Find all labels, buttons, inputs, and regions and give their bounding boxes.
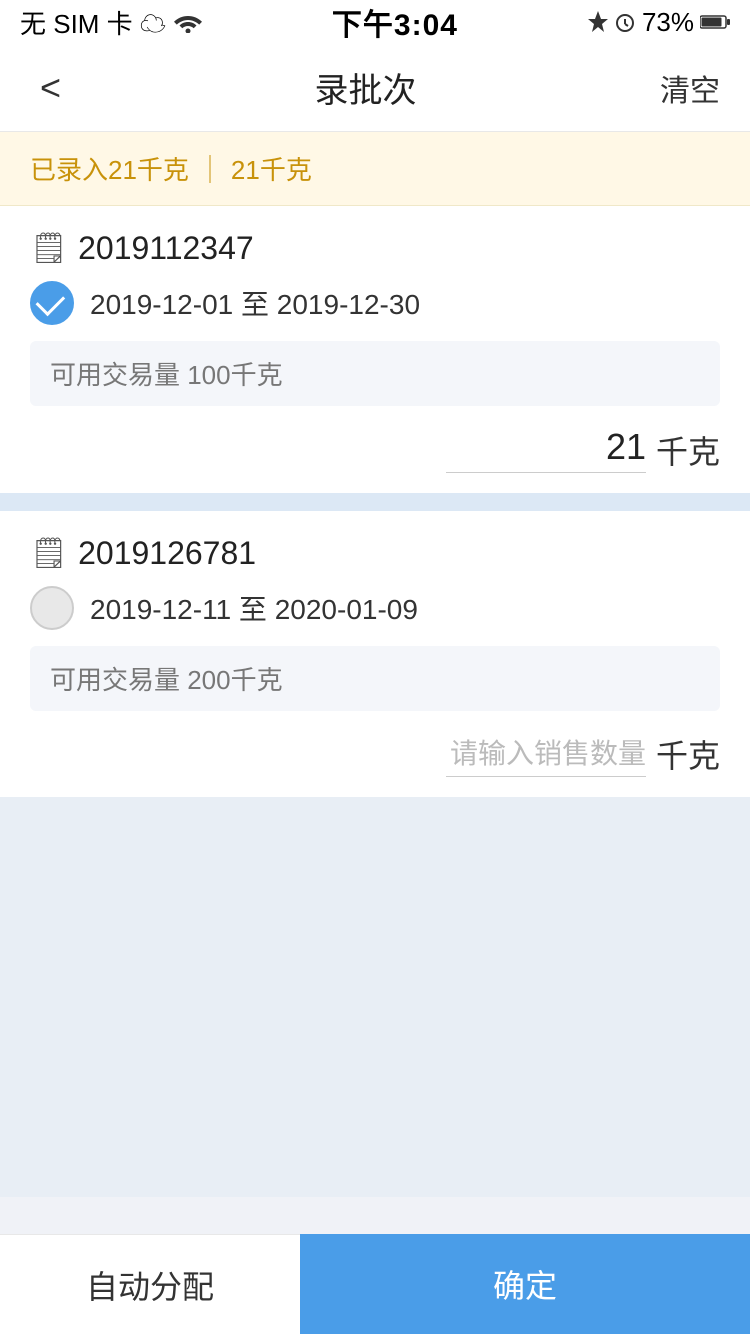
banner-divider xyxy=(209,155,211,183)
info-banner: 已录入21千克 21千克 xyxy=(0,132,750,206)
batch-doc-icon-1: 🗒 xyxy=(30,231,68,266)
auto-distribute-button[interactable]: 自动分配 xyxy=(0,1234,300,1334)
nav-bar: < 录批次 清空 xyxy=(0,44,750,132)
qty-underline-2: 请输入销售数量 xyxy=(446,732,646,777)
status-right: 73% xyxy=(588,7,730,38)
qty-row-2: 请输入销售数量 千克 xyxy=(0,711,750,797)
batch-radio-1[interactable] xyxy=(30,281,74,325)
recorded-value: 21千克 xyxy=(231,150,312,187)
alarm-icon xyxy=(614,11,636,33)
qty-placeholder-2: 请输入销售数量 xyxy=(450,732,646,772)
qty-underline-1: 21 xyxy=(446,426,646,473)
batch-date-1: 2019-12-01 至 2019-12-30 xyxy=(90,283,420,323)
recorded-label: 已录入21千克 xyxy=(30,150,189,187)
batch-avail-1: 可用交易量 100千克 xyxy=(30,341,720,406)
battery-icon xyxy=(700,14,730,30)
batch-date-row-1: 2019-12-01 至 2019-12-30 xyxy=(30,281,720,325)
empty-area xyxy=(0,797,750,1197)
batch-item-1: 🗒 2019112347 2019-12-01 至 2019-12-30 可用交… xyxy=(0,206,750,493)
batch-header-1: 🗒 2019112347 xyxy=(30,230,720,267)
batch-id-2: 2019126781 xyxy=(78,535,256,572)
batch-id-1: 2019112347 xyxy=(78,230,254,267)
confirm-button[interactable]: 确定 xyxy=(300,1234,750,1334)
batch-item-2: 🗒 2019126781 2019-12-11 至 2020-01-09 可用交… xyxy=(0,511,750,797)
wifi-icon xyxy=(174,11,202,33)
status-bar: 无 SIM 卡 ☁ 下午3:04 73% xyxy=(0,0,750,44)
nav-title: 录批次 xyxy=(315,63,417,112)
batch-header-2: 🗒 2019126781 xyxy=(30,535,720,572)
battery-text: 73% xyxy=(642,7,694,38)
batch-date-2: 2019-12-11 至 2020-01-09 xyxy=(90,588,418,628)
batch-radio-2[interactable] xyxy=(30,586,74,630)
status-time: 下午3:04 xyxy=(332,0,458,44)
location-icon xyxy=(588,11,608,33)
status-left: 无 SIM 卡 ☁ xyxy=(20,4,202,41)
qty-unit-2: 千克 xyxy=(656,731,720,777)
back-button[interactable]: < xyxy=(30,57,71,119)
batch-date-row-2: 2019-12-11 至 2020-01-09 xyxy=(30,586,720,630)
clear-button[interactable]: 清空 xyxy=(660,66,720,110)
qty-row-1: 21 千克 xyxy=(0,406,750,493)
batch-doc-icon-2: 🗒 xyxy=(30,536,68,571)
batch-avail-2: 可用交易量 200千克 xyxy=(30,646,720,711)
bottom-buttons: 自动分配 确定 xyxy=(0,1234,750,1334)
no-sim-text: 无 SIM 卡 ☁ xyxy=(20,4,166,41)
qty-value-1: 21 xyxy=(606,426,646,468)
section-gap xyxy=(0,493,750,511)
qty-unit-1: 千克 xyxy=(656,427,720,473)
